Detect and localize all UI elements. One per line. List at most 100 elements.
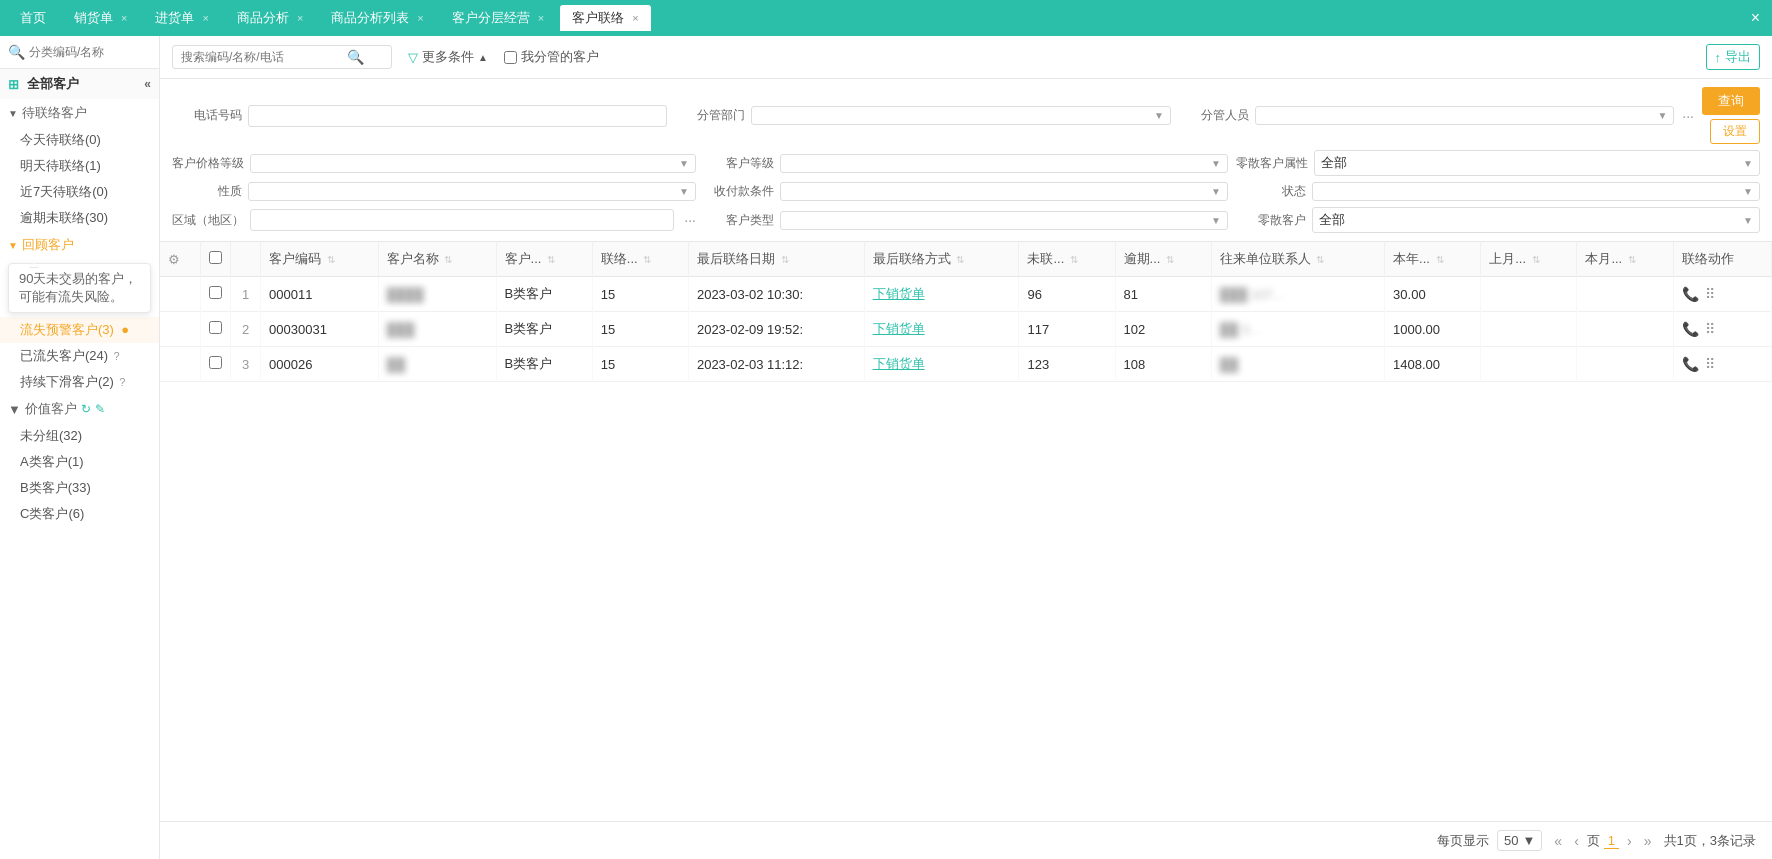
settings-col-header[interactable]: ⚙	[160, 242, 201, 277]
customer-grade-select[interactable]: ▼	[780, 154, 1228, 173]
overdue-col-header[interactable]: 逾期... ⇅	[1115, 242, 1211, 277]
row2-more-icon[interactable]: ⠿	[1705, 321, 1715, 337]
row2-checkbox-cell[interactable]	[201, 312, 231, 347]
price-grade-select[interactable]: ▼	[250, 154, 696, 173]
edit-icon[interactable]: ✎	[95, 402, 105, 416]
tab-analysis-list[interactable]: 商品分析列表 ×	[319, 5, 435, 31]
row1-phone-icon[interactable]: 📞	[1682, 286, 1699, 302]
contact-col-header[interactable]: 联络... ⇅	[592, 242, 688, 277]
dept-select[interactable]: ▼	[751, 106, 1170, 125]
row1-type: B类客户	[496, 277, 592, 312]
retail-attr-select[interactable]: 全部 ▼	[1314, 150, 1760, 176]
this-year-col-header[interactable]: 本年... ⇅	[1385, 242, 1481, 277]
my-customers-checkbox[interactable]	[504, 51, 517, 64]
close-analysis-tab[interactable]: ×	[297, 12, 303, 24]
customer-type-select[interactable]: ▼	[780, 211, 1228, 230]
last-page-button[interactable]: »	[1640, 831, 1656, 851]
type-col-header[interactable]: 客户... ⇅	[496, 242, 592, 277]
refresh-icon[interactable]: ↻	[81, 402, 91, 416]
row3-more-icon[interactable]: ⠿	[1705, 356, 1715, 372]
region-input[interactable]	[250, 209, 674, 231]
row1-checkbox[interactable]	[209, 286, 222, 299]
manager-select[interactable]: ▼	[1255, 106, 1674, 125]
tab-purchase[interactable]: 进货单 ×	[143, 5, 220, 31]
sidebar-item-c-class[interactable]: C类客户(6)	[0, 501, 159, 527]
unit-contact-col-header[interactable]: 往来单位联系人 ⇅	[1211, 242, 1384, 277]
row1-this-month	[1577, 277, 1673, 312]
table-settings-icon[interactable]: ⚙	[168, 252, 180, 267]
checkbox-col-header[interactable]	[201, 242, 231, 277]
region-more-dots[interactable]: ···	[684, 212, 696, 228]
export-button[interactable]: ↑ 导出	[1706, 44, 1761, 70]
prev-page-button[interactable]: ‹	[1570, 831, 1583, 851]
per-page-select[interactable]: 50 ▼	[1497, 830, 1542, 851]
last-contact-date-col-header[interactable]: 最后联络日期 ⇅	[688, 242, 864, 277]
last-month-col-header[interactable]: 上月... ⇅	[1481, 242, 1577, 277]
phone-input[interactable]	[248, 105, 667, 127]
sidebar-item-churn-warning[interactable]: 流失预警客户(3) ●	[0, 317, 159, 343]
row1-action-icons: 📞 ⠿	[1682, 286, 1763, 302]
tab-customer-contact[interactable]: 客户联络 ×	[560, 5, 650, 31]
tab-customer-segment[interactable]: 客户分层经营 ×	[440, 5, 556, 31]
row1-last-method[interactable]: 下销货单	[864, 277, 1019, 312]
select-all-checkbox[interactable]	[209, 251, 222, 264]
close-purchase-tab[interactable]: ×	[202, 12, 208, 24]
row1-method-link[interactable]: 下销货单	[873, 286, 925, 301]
close-sales-tab[interactable]: ×	[121, 12, 127, 24]
row2-method-link[interactable]: 下销货单	[873, 321, 925, 336]
tab-sales[interactable]: 销货单 ×	[62, 5, 139, 31]
sidebar-item-declining[interactable]: 持续下滑客户(2) ?	[0, 369, 159, 395]
sidebar-item-week-contact[interactable]: 近7天待联络(0)	[0, 179, 159, 205]
sidebar-item-unclassified[interactable]: 未分组(32)	[0, 423, 159, 449]
main-search-input[interactable]	[181, 50, 341, 64]
sidebar-search-input[interactable]	[29, 45, 160, 59]
row2-contact: 15	[592, 312, 688, 347]
row2-last-method[interactable]: 下销货单	[864, 312, 1019, 347]
name-col-header[interactable]: 客户名称 ⇅	[378, 242, 496, 277]
grid-icon: ⊞	[8, 77, 19, 92]
status-select[interactable]: ▼	[1312, 182, 1760, 201]
nature-select[interactable]: ▼	[248, 182, 696, 201]
no-contact-col-header[interactable]: 未联... ⇅	[1019, 242, 1115, 277]
row3-checkbox-cell[interactable]	[201, 347, 231, 382]
row3-method-link[interactable]: 下销货单	[873, 356, 925, 371]
next-page-button[interactable]: ›	[1623, 831, 1636, 851]
row2-checkbox[interactable]	[209, 321, 222, 334]
this-month-col-header[interactable]: 本月... ⇅	[1577, 242, 1673, 277]
row3-phone-icon[interactable]: 📞	[1682, 356, 1699, 372]
more-dots-1[interactable]: ···	[1682, 108, 1694, 124]
toolbar: 🔍 ▽ 更多条件 ▲ 我分管的客户 ↑ 导出	[160, 36, 1772, 79]
close-customer-contact-tab[interactable]: ×	[632, 12, 638, 24]
row3-checkbox[interactable]	[209, 356, 222, 369]
my-customers-checkbox-label[interactable]: 我分管的客户	[504, 48, 599, 66]
row2-phone-icon[interactable]: 📞	[1682, 321, 1699, 337]
sidebar-item-overdue-contact[interactable]: 逾期未联络(30)	[0, 205, 159, 231]
code-col-header[interactable]: 客户编码 ⇅	[261, 242, 379, 277]
sidebar-section-churn[interactable]: ▼ 回顾客户	[0, 231, 159, 259]
page-label: 页	[1587, 832, 1600, 850]
last-contact-method-col-header[interactable]: 最后联络方式 ⇅	[864, 242, 1019, 277]
sidebar-section-pending[interactable]: ▼ 待联络客户	[0, 99, 159, 127]
close-customer-segment-tab[interactable]: ×	[538, 12, 544, 24]
first-page-button[interactable]: «	[1550, 831, 1566, 851]
row1-checkbox-cell[interactable]	[201, 277, 231, 312]
query-button[interactable]: 查询	[1702, 87, 1760, 115]
sidebar-item-churned[interactable]: 已流失客户(24) ?	[0, 343, 159, 369]
tab-analysis[interactable]: 商品分析 ×	[225, 5, 315, 31]
sidebar-item-today-contact[interactable]: 今天待联络(0)	[0, 127, 159, 153]
retail-customer-select[interactable]: 全部 ▼	[1312, 207, 1760, 233]
tab-home[interactable]: 首页	[8, 5, 58, 31]
close-all-tabs[interactable]: ×	[1747, 5, 1764, 31]
sidebar-item-a-class[interactable]: A类客户(1)	[0, 449, 159, 475]
settings-button[interactable]: 设置	[1710, 119, 1760, 144]
close-analysis-list-tab[interactable]: ×	[417, 12, 423, 24]
sidebar-item-b-class[interactable]: B类客户(33)	[0, 475, 159, 501]
sidebar-item-tomorrow-contact[interactable]: 明天待联络(1)	[0, 153, 159, 179]
payment-select[interactable]: ▼	[780, 182, 1228, 201]
row3-last-method[interactable]: 下销货单	[864, 347, 1019, 382]
status-label: 状态	[1236, 183, 1306, 200]
main-search-icon[interactable]: 🔍	[347, 49, 364, 65]
row1-more-icon[interactable]: ⠿	[1705, 286, 1715, 302]
all-customers-header[interactable]: ⊞ 全部客户 «	[0, 69, 159, 99]
more-filters-button[interactable]: ▽ 更多条件 ▲	[400, 44, 496, 70]
